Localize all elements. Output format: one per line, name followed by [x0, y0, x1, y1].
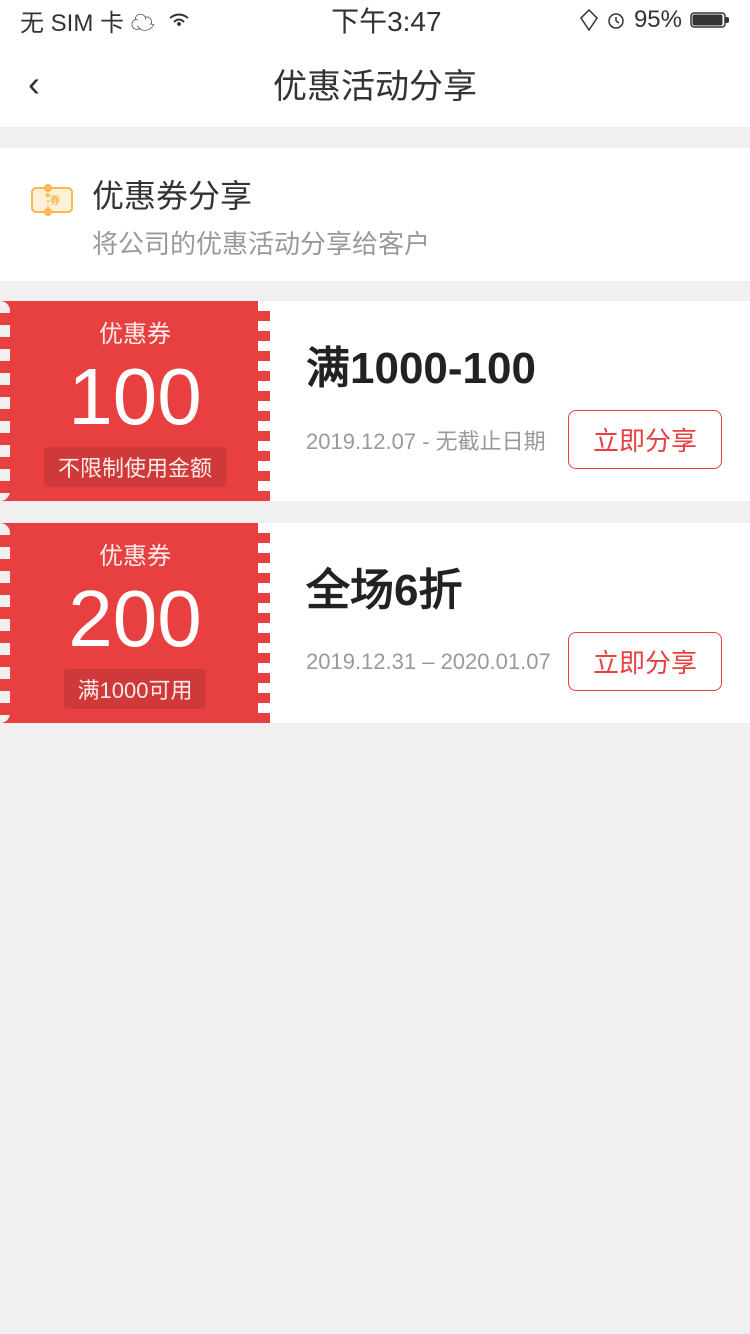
back-button[interactable]: ‹: [28, 63, 40, 105]
battery-text: 95%: [634, 6, 682, 34]
wifi-icon: [165, 10, 193, 30]
coupon-bottom-1: 2019.12.07 - 无截止日期 立即分享: [306, 410, 722, 469]
coupon-bottom-2: 2019.12.31 – 2020.01.07 立即分享: [306, 632, 722, 691]
location-icon: [580, 9, 598, 31]
section-header: 券 优惠券分享 将公司的优惠活动分享给客户: [0, 148, 750, 281]
coupon-left-2: 优惠券 200 满1000可用: [0, 523, 270, 723]
nav-bar: ‹ 优惠活动分享: [0, 40, 750, 128]
status-left: 无 SIM 卡 ☁: [20, 3, 193, 38]
section-title: 优惠券分享: [92, 176, 430, 218]
status-right: 95%: [580, 6, 730, 34]
status-time: 下午3:47: [331, 0, 442, 40]
coupon-left-1: 优惠券 100 不限制使用金额: [0, 301, 270, 501]
signal-text: 无 SIM 卡 ☁: [20, 3, 155, 38]
share-button-1[interactable]: 立即分享: [568, 410, 722, 469]
coupon-icon: 券: [28, 176, 76, 224]
svg-text:券: 券: [49, 194, 61, 207]
coupon-date-2: 2019.12.31 – 2020.01.07: [306, 649, 551, 675]
battery-icon: [690, 10, 730, 30]
coupon-name-1: 满1000-100: [306, 332, 722, 396]
coupon-amount-1: 100: [68, 357, 201, 437]
coupon-right-2: 全场6折 2019.12.31 – 2020.01.07 立即分享: [270, 523, 750, 723]
coupon-amount-2: 200: [68, 579, 201, 659]
coupon-right-1: 满1000-100 2019.12.07 - 无截止日期 立即分享: [270, 301, 750, 501]
page-title: 优惠活动分享: [273, 59, 477, 108]
coupon-list: 优惠券 100 不限制使用金额 满1000-100 2019.12.07 - 无…: [0, 301, 750, 725]
coupon-divider: [0, 503, 750, 523]
coupon-condition-2: 满1000可用: [64, 669, 207, 709]
coupon-date-1: 2019.12.07 - 无截止日期: [306, 424, 546, 456]
coupon-condition-1: 不限制使用金额: [44, 447, 226, 487]
section-text: 优惠券分享 将公司的优惠活动分享给客户: [92, 176, 430, 261]
coupon-name-2: 全场6折: [306, 554, 722, 618]
coupon-card-2: 优惠券 200 满1000可用 全场6折 2019.12.31 – 2020.0…: [0, 523, 750, 723]
coupon-card-1: 优惠券 100 不限制使用金额 满1000-100 2019.12.07 - 无…: [0, 301, 750, 501]
coupon-label-1: 优惠券: [99, 314, 171, 349]
status-bar: 无 SIM 卡 ☁ 下午3:47 95%: [0, 0, 750, 40]
coupon-label-2: 优惠券: [99, 536, 171, 571]
share-button-2[interactable]: 立即分享: [568, 632, 722, 691]
section-subtitle: 将公司的优惠活动分享给客户: [92, 224, 430, 261]
alarm-icon: [606, 10, 626, 30]
